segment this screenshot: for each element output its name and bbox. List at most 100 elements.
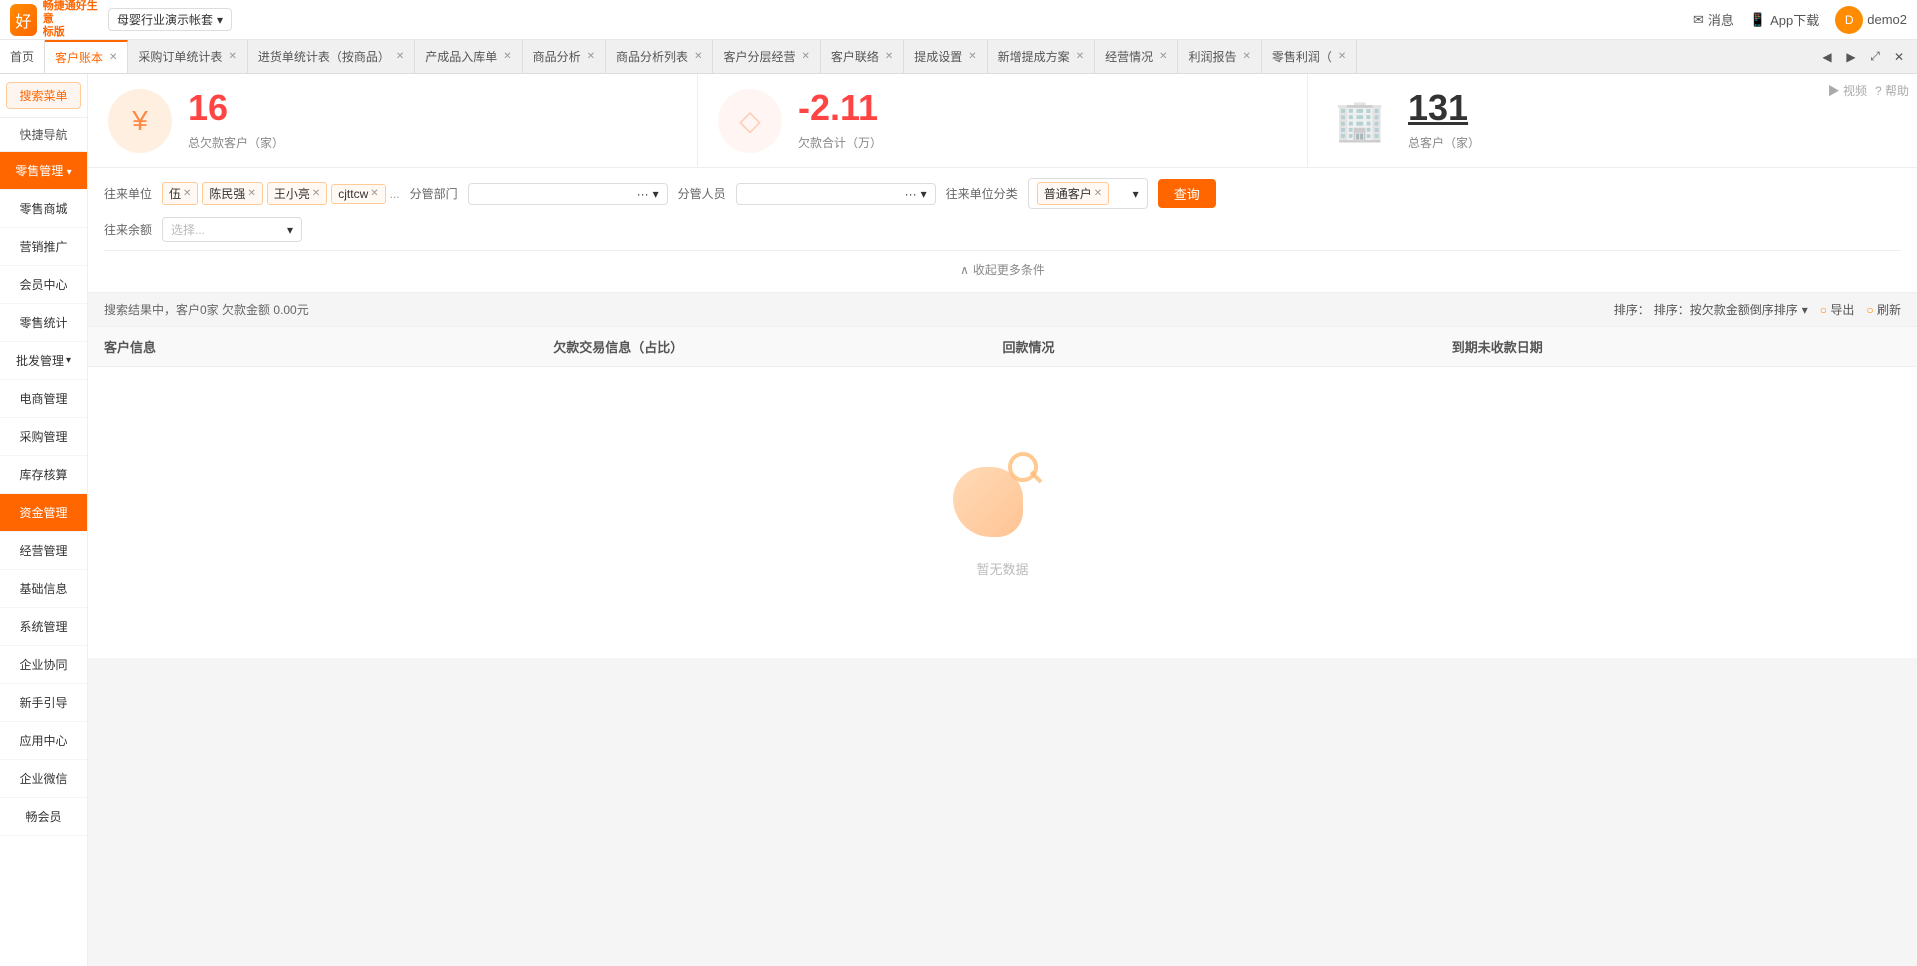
avatar: D (1835, 6, 1863, 34)
result-bar: 搜索结果中，客户0家 欠款金额 0.00元 排序： 排序：按欠款金额倒序排序 ▾… (88, 293, 1917, 327)
sidebar-quick-nav-btn[interactable]: 快捷导航 (0, 118, 87, 152)
remainder-select[interactable]: 选择... ▾ (162, 217, 302, 242)
tab-product-inbound[interactable]: 产成品入库单 ✕ (415, 40, 522, 74)
tab-customer-tier[interactable]: 客户分层经营 ✕ (713, 40, 820, 74)
sidebar-item-inventory[interactable]: 库存核算 (0, 456, 87, 494)
sidebar-item-new-guide[interactable]: 新手引导 (0, 684, 87, 722)
sidebar-item-enterprise-wechat[interactable]: 企业微信 (0, 760, 87, 798)
close-icon[interactable]: ✕ (587, 51, 595, 62)
topbar: 好 畅捷通好生意 标版 母婴行业演示帐套 ▾ ✉ 消息 📱 App下载 D de… (0, 0, 1917, 40)
message-icon: ✉ (1693, 12, 1704, 28)
unit-class-select[interactable]: 普通客户 ✕ ▾ (1028, 178, 1148, 209)
col-debt-info: 欠款交易信息（占比） (553, 337, 1002, 356)
export-btn[interactable]: ○ 导出 (1820, 301, 1855, 318)
stat-value-debt: -2.11 (798, 90, 882, 126)
remove-tag-btn[interactable]: ✕ (247, 188, 255, 199)
remove-tag-btn[interactable]: ✕ (370, 188, 378, 199)
username-label: demo2 (1867, 12, 1907, 27)
stat-icon: ¥ (108, 89, 172, 153)
close-icon[interactable]: ✕ (968, 51, 976, 62)
sidebar-item-ecommerce[interactable]: 电商管理 (0, 380, 87, 418)
tab-label: 客户联络 (831, 48, 879, 65)
tab-goods-analysis-list[interactable]: 商品分析列表 ✕ (606, 40, 713, 74)
close-icon[interactable]: ✕ (694, 51, 702, 62)
refresh-btn[interactable]: ○ 刷新 (1866, 301, 1901, 318)
close-icon[interactable]: ✕ (503, 51, 511, 62)
tab-accounts[interactable]: 客户账本 ✕ (45, 40, 128, 74)
unit-class-label: 往来单位分类 (946, 185, 1018, 202)
tab-label: 客户分层经营 (723, 48, 795, 65)
tab-prev-btn[interactable]: ◀ (1817, 47, 1837, 67)
user-area[interactable]: D demo2 (1835, 6, 1907, 34)
sidebar-item-vip[interactable]: 畅会员 (0, 798, 87, 836)
empty-state: 暂无数据 (88, 367, 1917, 658)
sort-select[interactable]: 排序： 排序：按欠款金额倒序排序 ▾ (1614, 301, 1808, 318)
account-selector[interactable]: 母婴行业演示帐套 ▾ (108, 8, 232, 31)
close-icon[interactable]: ✕ (1243, 51, 1251, 62)
stat-content-2: -2.11 欠款合计（万） (798, 90, 882, 151)
close-icon[interactable]: ✕ (396, 51, 404, 62)
tab-business-status[interactable]: 经营情况 ✕ (1095, 40, 1178, 74)
close-icon[interactable]: ✕ (1159, 51, 1167, 62)
help-btn[interactable]: ? 帮助 (1875, 82, 1909, 99)
tab-customer-contact[interactable]: 客户联络 ✕ (821, 40, 904, 74)
tab-inbound-stats[interactable]: 进货单统计表（按商品） ✕ (248, 40, 415, 74)
circle-icon: ○ (1820, 303, 1827, 317)
close-icon[interactable]: ✕ (1076, 51, 1084, 62)
circle-icon: ○ (1866, 303, 1873, 317)
search-btn[interactable]: 查询 (1158, 179, 1216, 208)
close-icon[interactable]: ✕ (885, 51, 893, 62)
tab-home[interactable]: 首页 (0, 40, 45, 74)
stat-debt-total: ◇ -2.11 欠款合计（万） (698, 74, 1308, 167)
collapse-btn[interactable]: ∧ 收起更多条件 (960, 257, 1045, 282)
tab-expand-btn[interactable]: ⤢ (1865, 47, 1885, 67)
tab-retail-profit[interactable]: 零售利润（ ✕ (1262, 40, 1357, 74)
col-customer-info: 客户信息 (104, 337, 553, 356)
search-menu-btn[interactable]: 搜索菜单 (6, 82, 81, 109)
sidebar: 搜索菜单 快捷导航 零售管理 ▾ 零售商城 营销推广 会员中心 零售统计 批发管… (0, 74, 88, 966)
message-label: 消息 (1708, 10, 1734, 29)
content-area: ¥ 16 总欠款客户（家） ◇ -2.11 欠款合计（万） 🏢 131 (88, 74, 1917, 966)
sidebar-item-system[interactable]: 系统管理 (0, 608, 87, 646)
tab-profit-report[interactable]: 利润报告 ✕ (1178, 40, 1261, 74)
sidebar-item-purchase[interactable]: 采购管理 (0, 418, 87, 456)
more-icon: ··· (905, 187, 917, 201)
close-icon[interactable]: ✕ (228, 51, 236, 62)
sidebar-item-basic-info[interactable]: 基础信息 (0, 570, 87, 608)
tab-label: 新增提成方案 (998, 48, 1070, 65)
tab-next-btn[interactable]: ▶ (1841, 47, 1861, 67)
person-select[interactable]: ··· ▾ (736, 183, 936, 205)
sidebar-item-app-center[interactable]: 应用中心 (0, 722, 87, 760)
tab-close-all-btn[interactable]: ✕ (1889, 47, 1909, 67)
phone-icon: 📱 (1750, 12, 1766, 28)
tab-new-prompt[interactable]: 新增提成方案 ✕ (988, 40, 1095, 74)
tab-purchase-orders[interactable]: 采购订单统计表 ✕ (128, 40, 247, 74)
remove-tag-btn[interactable]: ✕ (312, 188, 320, 199)
remove-tag-btn[interactable]: ✕ (183, 188, 191, 199)
sidebar-item-operations[interactable]: 经营管理 (0, 532, 87, 570)
close-icon[interactable]: ✕ (801, 51, 809, 62)
sidebar-item-capital[interactable]: 资金管理 (0, 494, 87, 532)
close-icon[interactable]: ✕ (1338, 51, 1346, 62)
close-icon[interactable]: ✕ (109, 52, 117, 63)
app-download-btn[interactable]: 📱 App下载 (1750, 10, 1819, 29)
sidebar-item-retail-mall[interactable]: 零售商城 (0, 190, 87, 228)
sidebar-item-batch-mgmt[interactable]: 批发管理 ▾ (0, 342, 87, 380)
unit-class-tag: 普通客户 ✕ (1037, 182, 1109, 205)
tab-goods-analysis[interactable]: 商品分析 ✕ (523, 40, 606, 74)
sidebar-item-retail-stats[interactable]: 零售统计 (0, 304, 87, 342)
sidebar-item-retail-mgmt[interactable]: 零售管理 ▾ (0, 152, 87, 190)
more-tags-btn[interactable]: ... (390, 187, 400, 201)
sidebar-item-enterprise-collab[interactable]: 企业协同 (0, 646, 87, 684)
dept-select[interactable]: ··· ▾ (468, 183, 668, 205)
remove-tag-btn[interactable]: ✕ (1094, 188, 1102, 199)
sidebar-item-marketing[interactable]: 营销推广 (0, 228, 87, 266)
tab-label: 商品分析列表 (616, 48, 688, 65)
sort-label: 排序： (1614, 301, 1650, 318)
video-btn[interactable]: ▶ 视频 (1828, 82, 1867, 99)
sidebar-item-member-center[interactable]: 会员中心 (0, 266, 87, 304)
stats-bar: ¥ 16 总欠款客户（家） ◇ -2.11 欠款合计（万） 🏢 131 (88, 74, 1917, 168)
message-btn[interactable]: ✉ 消息 (1693, 10, 1734, 29)
tab-prompt-settings[interactable]: 提成设置 ✕ (904, 40, 987, 74)
stat-icon-2: ◇ (718, 89, 782, 153)
